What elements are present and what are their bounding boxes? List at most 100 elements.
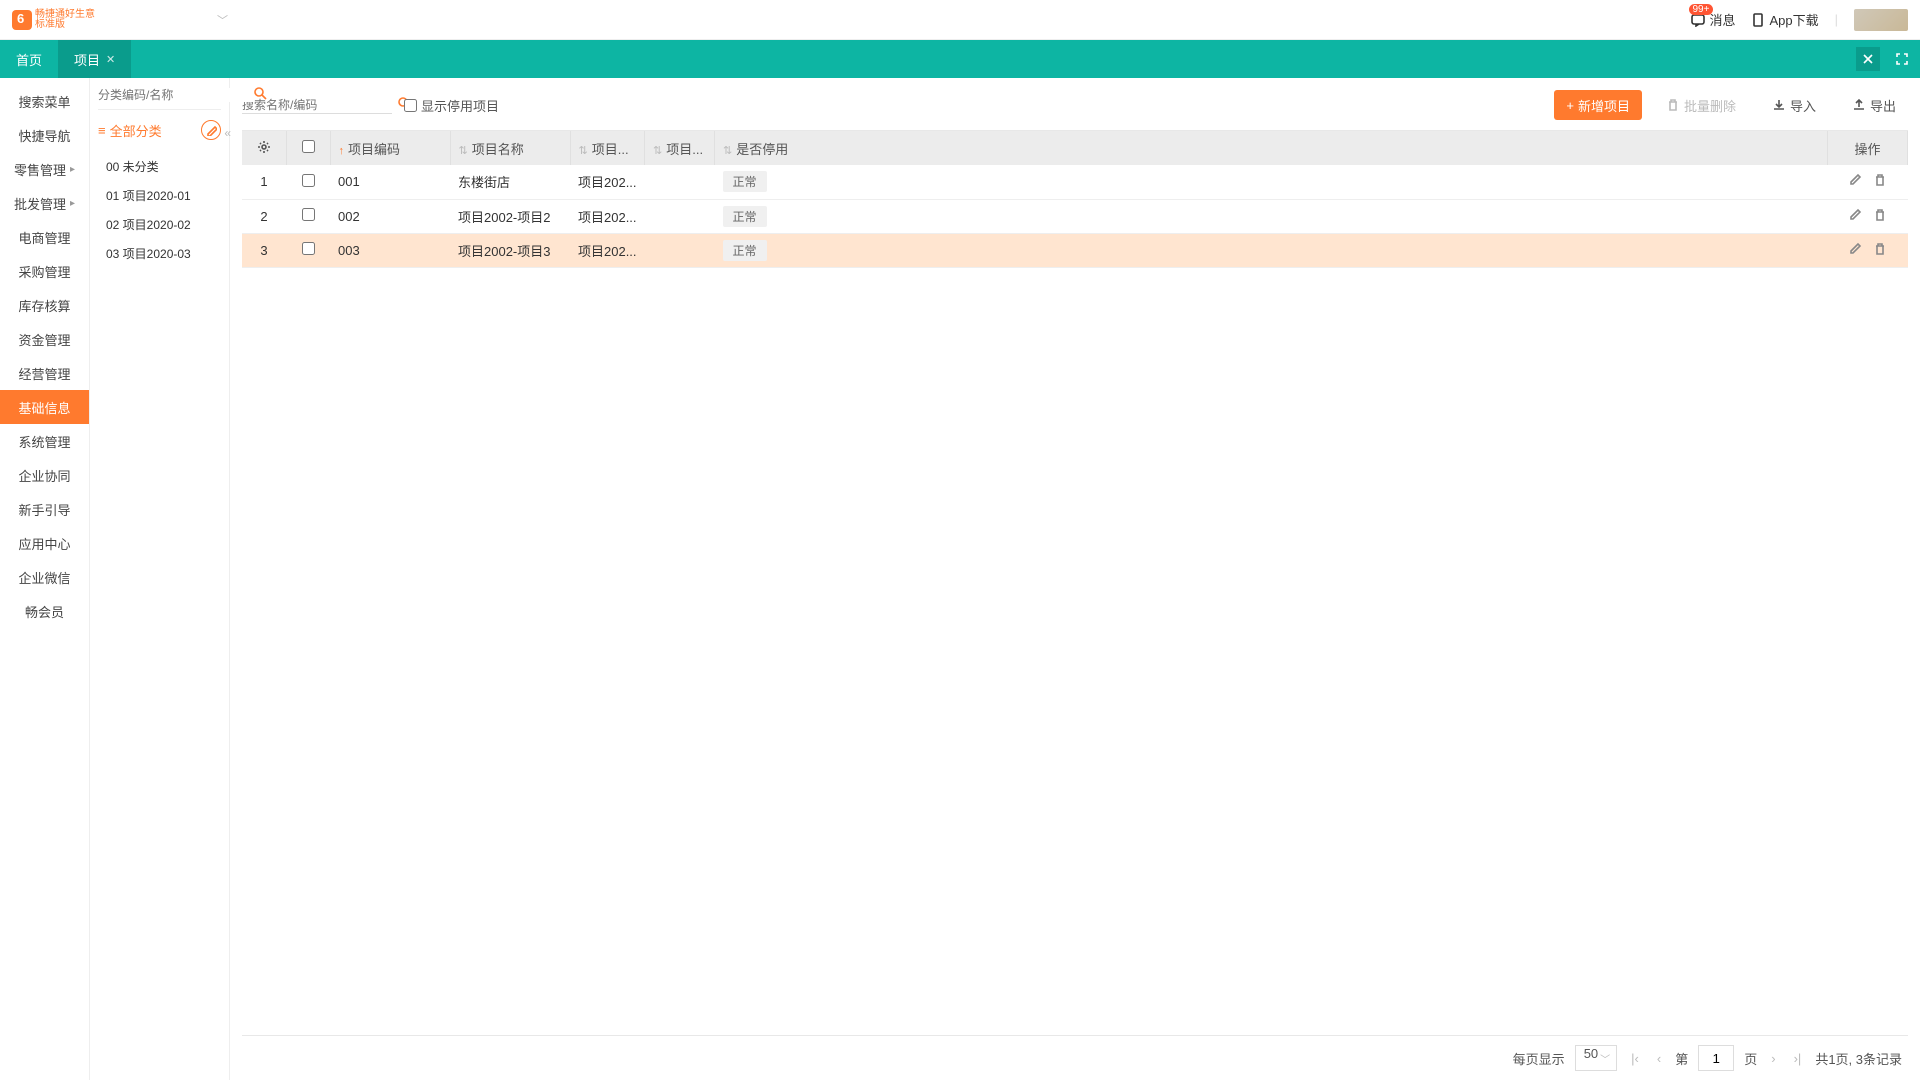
tree-all-label[interactable]: 全部分类 (110, 121, 162, 140)
first-page-button[interactable]: |‹ (1627, 1051, 1643, 1066)
sidebar-item-7[interactable]: 资金管理 (0, 322, 89, 356)
sidebar-item-9[interactable]: 基础信息 (0, 390, 89, 424)
sidebar-item-label: 搜索菜单 (18, 92, 70, 111)
trash-icon (1666, 98, 1680, 112)
col-p2-header[interactable]: 项目... (645, 131, 715, 165)
search-icon[interactable] (253, 86, 267, 103)
sidebar-item-2[interactable]: 零售管理▸ (0, 152, 89, 186)
delete-row-button[interactable] (1873, 208, 1887, 225)
sidebar-item-label: 经营管理 (18, 364, 70, 383)
sidebar-item-15[interactable]: 畅会员 (0, 594, 89, 628)
app-download-button[interactable]: App下载 (1751, 10, 1818, 29)
row-index: 3 (242, 233, 286, 267)
edit-category-button[interactable] (201, 120, 221, 140)
sidebar-item-label: 基础信息 (18, 398, 70, 417)
sidebar-item-label: 企业协同 (18, 466, 70, 485)
show-disabled-input[interactable] (404, 99, 417, 112)
per-page-label: 每页显示 (1513, 1049, 1565, 1068)
sidebar-item-6[interactable]: 库存核算 (0, 288, 89, 322)
chevron-down-icon: ﹀ (217, 12, 228, 28)
brand-logo: 畅捷通好生意 标准版 (12, 1, 97, 39)
sidebar-item-3[interactable]: 批发管理▸ (0, 186, 89, 220)
tree-search-input[interactable] (98, 88, 253, 102)
sidebar-item-12[interactable]: 新手引导 (0, 492, 89, 526)
sidebar: 搜索菜单快捷导航零售管理▸批发管理▸电商管理采购管理库存核算资金管理经营管理基础… (0, 78, 90, 1080)
sidebar-item-11[interactable]: 企业协同 (0, 458, 89, 492)
export-button[interactable]: 导出 (1840, 90, 1908, 120)
org-selector[interactable]: ﹀ (117, 12, 228, 28)
add-project-button[interactable]: + 新增项目 (1554, 90, 1642, 120)
chevron-down-icon: ﹀ (1600, 1051, 1610, 1066)
avatar[interactable] (1854, 9, 1908, 31)
select-all-header[interactable] (286, 131, 330, 165)
col-code-header[interactable]: 项目编码 (330, 131, 450, 165)
edit-row-button[interactable] (1849, 242, 1863, 259)
sidebar-item-label: 应用中心 (18, 534, 70, 553)
sidebar-item-label: 批发管理 (14, 194, 66, 213)
settings-column-header[interactable] (242, 131, 286, 165)
table-row[interactable]: 2002项目2002-项目2项目202...正常 (242, 199, 1908, 233)
next-page-button[interactable]: › (1767, 1051, 1779, 1066)
show-disabled-label: 显示停用项目 (421, 96, 499, 115)
sidebar-item-1[interactable]: 快捷导航 (0, 118, 89, 152)
sidebar-item-5[interactable]: 采购管理 (0, 254, 89, 288)
cell-code: 003 (330, 233, 450, 267)
tab-home[interactable]: 首页 (0, 40, 58, 78)
col-ops-header: 操作 (1828, 131, 1908, 165)
page-size-select[interactable]: 50 ﹀ (1575, 1045, 1617, 1071)
show-disabled-checkbox[interactable]: 显示停用项目 (404, 96, 499, 115)
sidebar-item-8[interactable]: 经营管理 (0, 356, 89, 390)
sidebar-item-0[interactable]: 搜索菜单 (0, 84, 89, 118)
add-project-label: 新增项目 (1578, 96, 1630, 115)
row-checkbox[interactable] (302, 174, 315, 187)
page-input[interactable] (1698, 1045, 1734, 1071)
pagination: 每页显示 50 ﹀ |‹ ‹ 第 页 › ›| 共1页, 3条记录 (242, 1036, 1908, 1080)
row-checkbox[interactable] (302, 208, 315, 221)
cell-status: 正常 (715, 199, 1828, 233)
sidebar-item-4[interactable]: 电商管理 (0, 220, 89, 254)
row-checkbox[interactable] (302, 242, 315, 255)
collapse-tree-button[interactable]: « (224, 126, 231, 140)
row-index: 2 (242, 199, 286, 233)
sidebar-item-label: 采购管理 (18, 262, 70, 281)
close-icon[interactable]: ✕ (106, 53, 115, 66)
sidebar-item-label: 畅会员 (25, 602, 64, 621)
menu-icon: ≡ (98, 123, 106, 138)
cell-p2 (645, 165, 715, 199)
tree-node-1[interactable]: 01 项目2020-01 (98, 181, 221, 210)
cell-code: 001 (330, 165, 450, 199)
page-size-value: 50 (1584, 1046, 1598, 1061)
col-p1-header[interactable]: 项目... (570, 131, 645, 165)
page-prefix: 第 (1675, 1049, 1688, 1068)
table-row[interactable]: 3003项目2002-项目3项目202...正常 (242, 233, 1908, 267)
import-label: 导入 (1790, 96, 1816, 115)
col-name-header[interactable]: 项目名称 (450, 131, 570, 165)
tab-project-label: 项目 (74, 50, 100, 69)
gear-icon (257, 140, 271, 154)
plus-icon: + (1566, 98, 1574, 113)
messages-button[interactable]: 消息 99+ (1691, 10, 1735, 29)
sidebar-item-label: 系统管理 (18, 432, 70, 451)
sidebar-item-13[interactable]: 应用中心 (0, 526, 89, 560)
fullscreen-button[interactable] (1890, 47, 1914, 71)
tree-node-2[interactable]: 02 项目2020-02 (98, 210, 221, 239)
prev-page-button[interactable]: ‹ (1653, 1051, 1665, 1066)
delete-row-button[interactable] (1873, 173, 1887, 190)
sidebar-item-14[interactable]: 企业微信 (0, 560, 89, 594)
batch-delete-button[interactable]: 批量删除 (1654, 90, 1748, 120)
tree-node-0[interactable]: 00 未分类 (98, 152, 221, 181)
col-status-header[interactable]: 是否停用 (715, 131, 1828, 165)
edit-row-button[interactable] (1849, 173, 1863, 190)
edit-row-button[interactable] (1849, 208, 1863, 225)
table-row[interactable]: 1001东楼街店项目202...正常 (242, 165, 1908, 199)
delete-row-button[interactable] (1873, 242, 1887, 259)
import-button[interactable]: 导入 (1760, 90, 1828, 120)
tab-project[interactable]: 项目 ✕ (58, 40, 131, 78)
messages-label: 消息 (1709, 10, 1735, 29)
tree-node-3[interactable]: 03 项目2020-03 (98, 239, 221, 268)
cell-p2 (645, 199, 715, 233)
close-all-tabs-button[interactable] (1856, 47, 1880, 71)
page-suffix: 页 (1744, 1049, 1757, 1068)
last-page-button[interactable]: ›| (1790, 1051, 1806, 1066)
sidebar-item-10[interactable]: 系统管理 (0, 424, 89, 458)
